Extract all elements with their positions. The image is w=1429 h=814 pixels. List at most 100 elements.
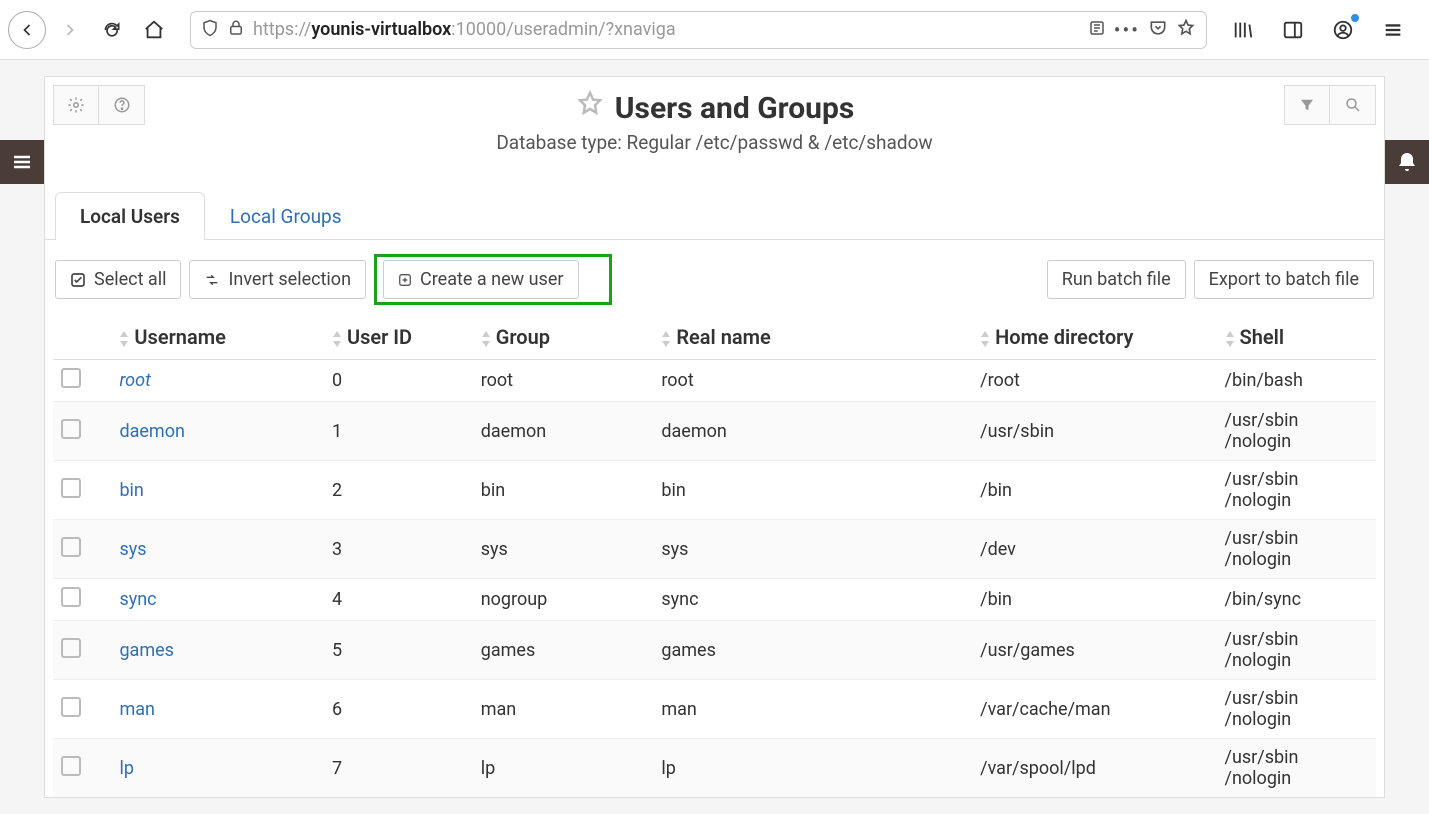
cell-group: games (473, 621, 654, 680)
cell-home: /var/cache/man (972, 680, 1216, 739)
cell-real: man (653, 680, 972, 739)
table-row: bin2binbin/bin/usr/sbin/nologin (53, 461, 1376, 520)
favorite-star-icon[interactable] (575, 89, 605, 127)
cell-group: root (473, 360, 654, 402)
run-batch-button[interactable]: Run batch file (1047, 260, 1186, 299)
cell-uid: 1 (324, 402, 473, 461)
cell-shell: /usr/sbin/nologin (1217, 739, 1376, 798)
cell-group: man (473, 680, 654, 739)
row-checkbox[interactable] (61, 587, 81, 607)
notifications-bell-icon[interactable] (1385, 140, 1429, 184)
username-link[interactable]: lp (111, 739, 324, 798)
library-icon[interactable] (1225, 12, 1261, 48)
shield-icon[interactable] (201, 19, 219, 41)
row-checkbox[interactable] (61, 697, 81, 717)
username-link[interactable]: bin (111, 461, 324, 520)
cell-real: bin (653, 461, 972, 520)
sidebar-icon[interactable] (1275, 12, 1311, 48)
url-text: https://younis-virtualbox:10000/useradmi… (253, 19, 1080, 40)
help-button[interactable] (99, 85, 145, 125)
table-row: sync4nogroupsync/bin/bin/sync (53, 579, 1376, 621)
filter-button[interactable] (1284, 85, 1330, 125)
col-realname[interactable]: Real name (653, 315, 972, 360)
cell-shell: /usr/sbin/nologin (1217, 621, 1376, 680)
table-row: lp7lplp/var/spool/lpd/usr/sbin/nologin (53, 739, 1376, 798)
cell-shell: /bin/sync (1217, 579, 1376, 621)
col-group[interactable]: Group (473, 315, 654, 360)
select-all-button[interactable]: Select all (55, 260, 181, 299)
left-side-menu-icon[interactable] (0, 140, 44, 184)
home-button[interactable] (136, 12, 172, 48)
sort-icon (661, 325, 671, 349)
invert-selection-button[interactable]: Invert selection (189, 260, 366, 299)
back-button[interactable] (8, 11, 46, 49)
cell-real: daemon (653, 402, 972, 461)
bookmark-star-icon[interactable] (1176, 18, 1196, 42)
cell-shell: /usr/sbin/nologin (1217, 402, 1376, 461)
cell-uid: 6 (324, 680, 473, 739)
row-checkbox[interactable] (61, 368, 81, 388)
row-checkbox[interactable] (61, 638, 81, 658)
col-shell[interactable]: Shell (1217, 315, 1376, 360)
cell-shell: /usr/sbin/nologin (1217, 461, 1376, 520)
row-checkbox[interactable] (61, 756, 81, 776)
cell-uid: 7 (324, 739, 473, 798)
cell-home: /usr/sbin (972, 402, 1216, 461)
table-row: daemon1daemondaemon/usr/sbin/usr/sbin/no… (53, 402, 1376, 461)
account-icon[interactable] (1325, 12, 1361, 48)
sort-icon (119, 325, 129, 349)
toolbar-right (1225, 12, 1421, 48)
row-checkbox[interactable] (61, 419, 81, 439)
cell-uid: 2 (324, 461, 473, 520)
url-bar[interactable]: https://younis-virtualbox:10000/useradmi… (190, 11, 1207, 49)
reload-button[interactable] (94, 12, 130, 48)
page-card: Users and Groups Database type: Regular … (44, 76, 1385, 798)
cell-home: /dev (972, 520, 1216, 579)
row-checkbox[interactable] (61, 537, 81, 557)
cell-home: /root (972, 360, 1216, 402)
cell-shell: /bin/bash (1217, 360, 1376, 402)
col-home[interactable]: Home directory (972, 315, 1216, 360)
username-link[interactable]: daemon (111, 402, 324, 461)
page-subtitle: Database type: Regular /etc/passwd & /et… (59, 131, 1370, 154)
table-row: sys3syssys/dev/usr/sbin/nologin (53, 520, 1376, 579)
col-userid[interactable]: User ID (324, 315, 473, 360)
cell-uid: 4 (324, 579, 473, 621)
cell-real: games (653, 621, 972, 680)
cell-real: sync (653, 579, 972, 621)
username-link[interactable]: games (111, 621, 324, 680)
tab-local-users[interactable]: Local Users (55, 192, 205, 240)
forward-button[interactable] (52, 12, 88, 48)
cell-uid: 0 (324, 360, 473, 402)
username-link[interactable]: man (111, 680, 324, 739)
pocket-icon[interactable] (1148, 18, 1168, 42)
sort-icon (481, 325, 491, 349)
username-link[interactable]: root (111, 360, 324, 402)
cell-real: sys (653, 520, 972, 579)
search-button[interactable] (1330, 85, 1376, 125)
create-user-highlight: Create a new user (374, 254, 611, 305)
export-batch-button[interactable]: Export to batch file (1194, 260, 1374, 299)
cell-group: sys (473, 520, 654, 579)
username-link[interactable]: sys (111, 520, 324, 579)
cell-uid: 5 (324, 621, 473, 680)
page-title: Users and Groups (575, 89, 854, 127)
ellipsis-icon[interactable]: ••• (1114, 18, 1140, 42)
lock-warning-icon[interactable] (227, 19, 245, 41)
page-action-icon[interactable] (1088, 19, 1106, 41)
cell-group: nogroup (473, 579, 654, 621)
table-row: games5gamesgames/usr/games/usr/sbin/nolo… (53, 621, 1376, 680)
menu-icon[interactable] (1375, 12, 1411, 48)
username-link[interactable]: sync (111, 579, 324, 621)
sort-icon (1225, 325, 1235, 349)
col-username[interactable]: Username (111, 315, 324, 360)
cell-home: /bin (972, 579, 1216, 621)
row-checkbox[interactable] (61, 478, 81, 498)
tab-local-groups[interactable]: Local Groups (205, 192, 367, 240)
cell-home: /bin (972, 461, 1216, 520)
cell-uid: 3 (324, 520, 473, 579)
cell-real: root (653, 360, 972, 402)
create-user-button[interactable]: Create a new user (383, 260, 578, 299)
sort-icon (332, 325, 342, 349)
module-config-button[interactable] (53, 85, 99, 125)
